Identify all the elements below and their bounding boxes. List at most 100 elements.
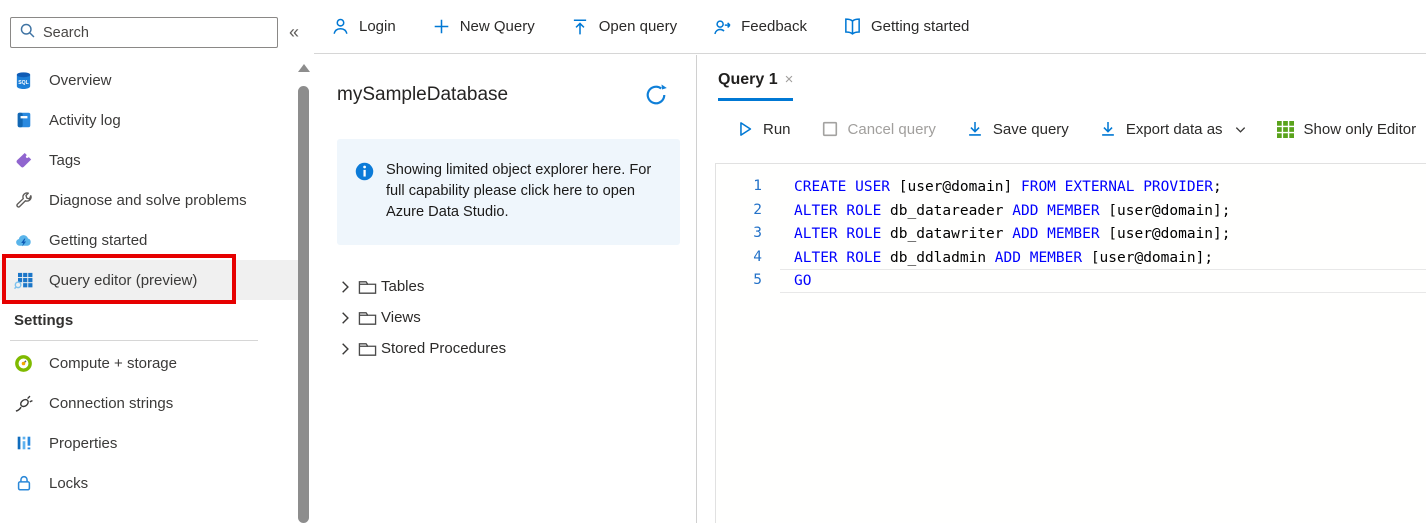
save-query-button[interactable]: Save query [966,120,1069,138]
new-query-label: New Query [460,18,535,35]
code-segment: ADD MEMBER [1012,226,1108,242]
search-input[interactable] [10,17,278,48]
chevron-right-icon[interactable] [338,311,352,325]
run-button[interactable]: Run [736,120,791,138]
line-number: 4 [716,246,780,270]
grid-icon [1277,120,1295,138]
info-icon [355,162,374,227]
plug-icon [14,394,33,413]
cancel-query-button[interactable]: Cancel query [821,120,936,138]
database-title: mySampleDatabase [337,84,508,106]
getting-started-button[interactable]: Getting started [843,17,969,36]
object-explorer-panel: mySampleDatabase Showing limited object … [314,55,697,523]
run-icon [736,120,754,138]
code-segment: db_datawriter [890,226,1012,242]
azure-portal-window: « SQL Overview Activity log Tags [0,0,1426,523]
sidebar-item-label: Diagnose and solve problems [49,192,247,209]
scrollbar-up-arrow-icon[interactable] [298,64,310,72]
sql-code-editor[interactable]: 1 CREATE USER [user@domain] FROM EXTERNA… [715,163,1426,523]
line-number: 2 [716,199,780,223]
code-segment: ALTER ROLE [794,203,890,219]
chevron-right-icon[interactable] [338,280,352,294]
sidebar-item-label: Connection strings [49,395,173,412]
tree-item-views[interactable]: Views [338,302,696,333]
open-query-label: Open query [599,18,677,35]
upload-icon [571,17,590,36]
show-only-editor-button[interactable]: Show only Editor [1277,120,1417,138]
sidebar-item-activity-log[interactable]: Activity log [0,100,298,140]
code-line[interactable]: 2 ALTER ROLE db_datareader ADD MEMBER [u… [716,199,1426,223]
export-data-button[interactable]: Export data as [1099,120,1247,138]
code-text: GO [780,269,1426,293]
sidebar-nav: SQL Overview Activity log Tags [0,60,298,503]
open-query-button[interactable]: Open query [571,17,677,36]
code-line[interactable]: 3 ALTER ROLE db_datawriter ADD MEMBER [u… [716,222,1426,246]
code-line-current[interactable]: 5 GO [716,269,1426,293]
refresh-icon[interactable] [644,83,668,107]
code-segment: ADD MEMBER [1012,203,1108,219]
code-segment: db_ddladmin [890,250,995,266]
sidebar-item-label: Activity log [49,112,121,129]
scrollbar-thumb[interactable] [298,86,309,523]
sidebar-item-getting-started[interactable]: Getting started [0,220,298,260]
sidebar-item-query-editor[interactable]: Query editor (preview) [0,260,298,300]
tag-icon [14,151,33,170]
code-text: ALTER ROLE db_datareader ADD MEMBER [use… [780,199,1426,223]
sidebar-item-label: Query editor (preview) [49,272,197,289]
query-tab-bar: Query 1 × [698,55,1426,101]
code-line[interactable]: 4 ALTER ROLE db_ddladmin ADD MEMBER [use… [716,246,1426,270]
folder-icon [358,341,377,357]
code-text: CREATE USER [user@domain] FROM EXTERNAL … [780,175,1426,199]
collapse-sidebar-button[interactable]: « [289,22,299,43]
sidebar-item-label: Overview [49,72,112,89]
line-number: 1 [716,175,780,199]
plus-icon [432,17,451,36]
settings-section-header: Settings [0,300,298,334]
lock-icon [14,474,33,493]
sidebar-scrollbar[interactable] [297,60,310,523]
sidebar-item-label: Tags [49,152,81,169]
sidebar-item-label: Compute + storage [49,355,177,372]
tab-label: Query 1 [718,71,778,89]
feedback-button[interactable]: Feedback [713,17,807,36]
save-download-icon [966,120,984,138]
line-number: 3 [716,222,780,246]
code-line[interactable]: 1 CREATE USER [user@domain] FROM EXTERNA… [716,175,1426,199]
sidebar-item-connection-strings[interactable]: Connection strings [0,383,298,423]
run-label: Run [763,121,791,138]
cancel-query-label: Cancel query [848,121,936,138]
code-text: ALTER ROLE db_datawriter ADD MEMBER [use… [780,222,1426,246]
new-query-button[interactable]: New Query [432,17,535,36]
sidebar-item-properties[interactable]: Properties [0,423,298,463]
query-editor-icon [14,271,33,290]
close-icon[interactable]: × [785,71,794,88]
chevron-down-icon[interactable] [1234,123,1247,136]
sidebar-item-tags[interactable]: Tags [0,140,298,180]
export-download-icon [1099,120,1117,138]
tab-query-1[interactable]: Query 1 × [718,71,793,101]
cancel-square-icon [821,120,839,138]
tree-item-stored-procedures[interactable]: Stored Procedures [338,333,696,364]
export-data-label: Export data as [1126,121,1223,138]
tree-item-tables[interactable]: Tables [338,271,696,302]
settings-list: Compute + storage Connection strings Pro… [0,343,298,503]
activity-log-icon [14,111,33,130]
info-banner: Showing limited object explorer here. Fo… [337,139,680,245]
sidebar-item-locks[interactable]: Locks [0,463,298,503]
sidebar-item-label: Properties [49,435,117,452]
object-tree: Tables Views Stored Procedures [314,271,696,364]
person-icon [331,17,350,36]
show-only-editor-label: Show only Editor [1304,121,1417,138]
search-field[interactable] [43,25,269,41]
tree-item-label: Views [381,309,421,326]
sidebar-item-label: Getting started [49,232,147,249]
chevron-right-icon[interactable] [338,342,352,356]
query-toolbar: Run Cancel query Save query Export data … [698,114,1426,144]
login-button[interactable]: Login [331,17,396,36]
compute-storage-icon [14,354,33,373]
tree-item-label: Stored Procedures [381,340,506,357]
sidebar-item-compute-storage[interactable]: Compute + storage [0,343,298,383]
save-query-label: Save query [993,121,1069,138]
sidebar-item-overview[interactable]: SQL Overview [0,60,298,100]
sidebar-item-diagnose[interactable]: Diagnose and solve problems [0,180,298,220]
